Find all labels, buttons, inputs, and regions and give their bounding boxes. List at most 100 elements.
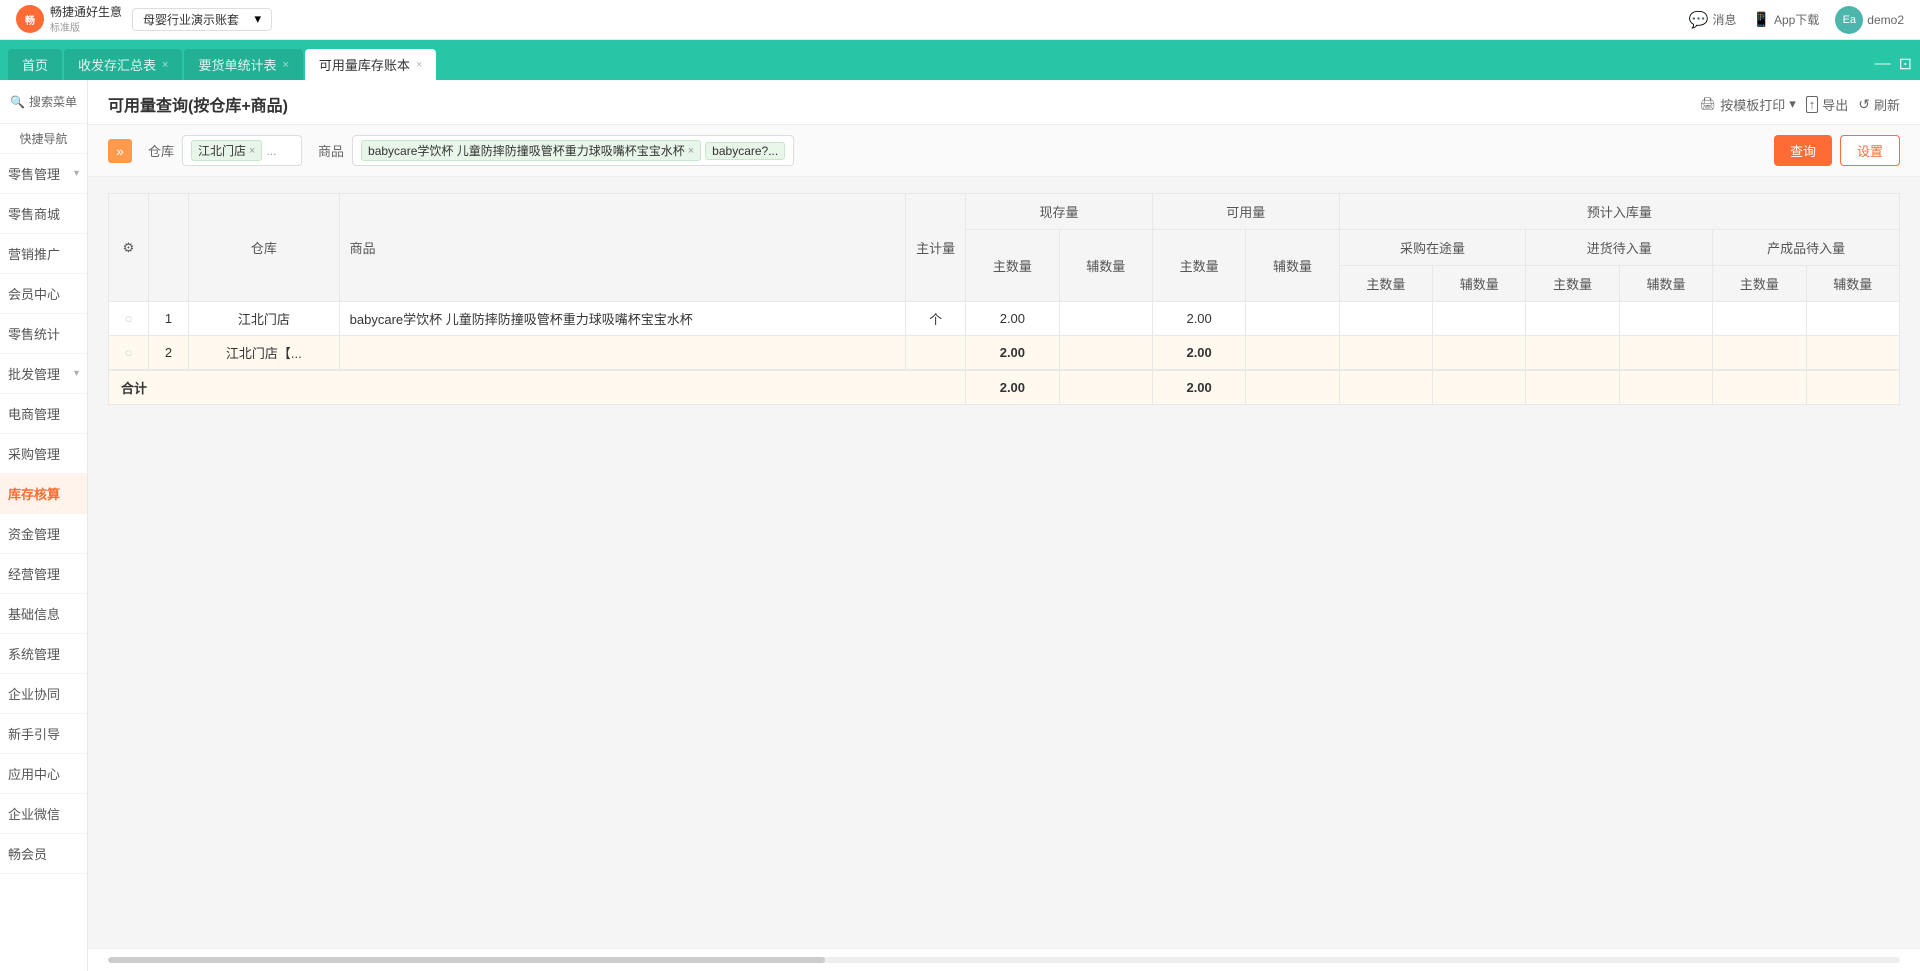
total-current-main: 2.00 — [966, 370, 1059, 405]
page-actions: 按模板打印 导出 刷新 — [1700, 95, 1900, 114]
top-bar-right: 消息 App下载 Ea demo2 — [1689, 6, 1904, 34]
sidebar-item-retail-stats[interactable]: 零售统计 — [0, 314, 87, 354]
product-input[interactable]: babycare学饮杯 儿童防摔防撞吸管杯重力球吸嘴杯宝宝水杯 × babyca… — [352, 135, 794, 166]
cell-current-aux-2 — [1059, 336, 1152, 371]
filter-expand-btn[interactable]: » — [108, 139, 132, 163]
cell-settings-2[interactable]: ○ — [109, 336, 149, 371]
sidebar-item-vip-member[interactable]: 畅会员 — [0, 834, 87, 874]
sidebar-item-inventory[interactable]: 库存核算 — [0, 474, 87, 514]
sidebar-search-area: 搜索菜单 — [0, 80, 87, 124]
content-area: 可用量查询(按仓库+商品) 按模板打印 导出 刷新 » — [88, 80, 1920, 971]
product-filter: 商品 babycare学饮杯 儿童防摔防撞吸管杯重力球吸嘴杯宝宝水杯 × bab… — [318, 135, 794, 166]
cell-ip-main-1 — [1526, 302, 1619, 336]
sidebar-item-system[interactable]: 系统管理 — [0, 634, 87, 674]
sidebar: 搜索菜单 快捷导航 零售管理 零售商城 营销推广 会员中心 零售统计 批发管理 … — [0, 80, 88, 971]
message-btn[interactable]: 消息 — [1689, 10, 1737, 30]
cell-avail-main-1: 2.00 — [1152, 302, 1245, 336]
th-inbound-pending-aux: 辅数量 — [1619, 266, 1712, 302]
cell-pt-aux-1 — [1433, 302, 1526, 336]
cell-current-aux-1 — [1059, 302, 1152, 336]
th-settings[interactable] — [109, 194, 149, 302]
store-selector[interactable]: 母婴行业演示账套 — [132, 8, 272, 31]
product-tag-2: babycare?... — [705, 142, 785, 160]
cell-current-main-1: 2.00 — [966, 302, 1059, 336]
warehouse-tag: 江北门店 × — [191, 140, 262, 161]
sidebar-item-corp-wechat[interactable]: 企业微信 — [0, 794, 87, 834]
close-tab-order[interactable]: × — [282, 59, 288, 71]
th-current-aux: 辅数量 — [1059, 230, 1152, 302]
th-purchase-transit-aux: 辅数量 — [1433, 266, 1526, 302]
print-chevron-icon — [1789, 96, 1796, 112]
th-product-pending-aux: 辅数量 — [1806, 266, 1899, 302]
th-inbound-pending-main: 主数量 — [1526, 266, 1619, 302]
sidebar-item-purchase[interactable]: 采购管理 — [0, 434, 87, 474]
sidebar-item-app-center[interactable]: 应用中心 — [0, 754, 87, 794]
table-row: ○ 2 江北门店【... 2.00 2.00 — [109, 336, 1900, 371]
sidebar-item-member-center[interactable]: 会员中心 — [0, 274, 87, 314]
quick-nav-btn[interactable]: 快捷导航 — [0, 124, 87, 154]
sidebar-item-basic-info[interactable]: 基础信息 — [0, 594, 87, 634]
sidebar-item-new-guide[interactable]: 新手引导 — [0, 714, 87, 754]
brand-icon: 畅 — [16, 5, 44, 33]
total-avail-aux — [1246, 370, 1339, 405]
th-current-main: 主数量 — [966, 230, 1059, 302]
sidebar-item-finance[interactable]: 资金管理 — [0, 514, 87, 554]
cell-avail-main-2: 2.00 — [1152, 336, 1245, 371]
search-menu-btn[interactable]: 搜索菜单 — [8, 88, 79, 115]
user-menu[interactable]: Ea demo2 — [1835, 6, 1904, 34]
brand-name: 畅捷通好生意 — [50, 5, 122, 19]
total-current-aux — [1059, 370, 1152, 405]
warehouse-label: 仓库 — [148, 141, 174, 160]
brand-sub: 标准版 — [50, 19, 122, 34]
query-btn[interactable]: 查询 — [1774, 135, 1832, 166]
refresh-btn[interactable]: 刷新 — [1858, 95, 1900, 114]
tab-order-stats[interactable]: 要货单统计表 × — [184, 49, 302, 80]
total-pt-aux — [1433, 370, 1526, 405]
warehouse-input[interactable]: 江北门店 × ... — [182, 135, 302, 166]
cell-pp-aux-2 — [1806, 336, 1899, 371]
store-chevron-icon — [254, 11, 261, 27]
sidebar-item-retail-mgmt[interactable]: 零售管理 — [0, 154, 87, 194]
cell-warehouse-2: 江北门店【... — [189, 336, 340, 371]
remove-product-tag-1[interactable]: × — [688, 145, 694, 157]
app-download-btn[interactable]: App下载 — [1753, 11, 1820, 28]
th-product-pending: 产成品待入量 — [1713, 230, 1900, 266]
retail-mgmt-arrow — [74, 168, 79, 179]
tab-receive-summary[interactable]: 收发存汇总表 × — [64, 49, 182, 80]
page-title: 可用量查询(按仓库+商品) — [108, 92, 288, 116]
tab-home[interactable]: 首页 — [8, 49, 62, 80]
wholesale-arrow — [74, 368, 79, 379]
sidebar-item-operations[interactable]: 经营管理 — [0, 554, 87, 594]
horizontal-scrollbar[interactable] — [108, 957, 1900, 963]
warehouse-more[interactable]: ... — [266, 144, 276, 158]
cell-index-1: 1 — [149, 302, 189, 336]
sidebar-item-wholesale-mgmt[interactable]: 批发管理 — [0, 354, 87, 394]
cell-pp-aux-1 — [1806, 302, 1899, 336]
cell-settings-1[interactable]: ○ — [109, 302, 149, 336]
close-tab-receive[interactable]: × — [162, 59, 168, 71]
tab-available-inventory[interactable]: 可用量库存账本 × — [305, 49, 436, 80]
close-tab-inventory[interactable]: × — [416, 59, 422, 71]
cell-index-2: 2 — [149, 336, 189, 371]
sidebar-item-collaboration[interactable]: 企业协同 — [0, 674, 87, 714]
th-inbound-pending: 进货待入量 — [1526, 230, 1713, 266]
table-row: ○ 1 江北门店 babycare学饮杯 儿童防摔防撞吸管杯重力球吸嘴杯宝宝水杯… — [109, 302, 1900, 336]
sidebar-item-ecommerce[interactable]: 电商管理 — [0, 394, 87, 434]
sidebar-item-retail-mall[interactable]: 零售商城 — [0, 194, 87, 234]
sidebar-item-marketing[interactable]: 营销推广 — [0, 234, 87, 274]
settings-btn[interactable]: 设置 — [1840, 135, 1900, 166]
scrollbar-thumb[interactable] — [108, 957, 825, 963]
top-bar: 畅 畅捷通好生意 标准版 母婴行业演示账套 消息 App下载 Ea demo2 — [0, 0, 1920, 40]
cell-unit-2 — [906, 336, 966, 371]
export-btn[interactable]: 导出 — [1806, 95, 1849, 114]
page-header: 可用量查询(按仓库+商品) 按模板打印 导出 刷新 — [88, 80, 1920, 125]
th-avail-main: 主数量 — [1152, 230, 1245, 302]
warehouse-filter: 仓库 江北门店 × ... — [148, 135, 302, 166]
remove-warehouse-tag[interactable]: × — [249, 145, 255, 157]
close-all-tabs[interactable]: — ⊡ — [1875, 54, 1912, 80]
cell-avail-aux-2 — [1246, 336, 1339, 371]
print-btn[interactable]: 按模板打印 — [1700, 95, 1796, 114]
th-unit: 主计量 — [906, 194, 966, 302]
cell-ip-aux-1 — [1619, 302, 1712, 336]
table-footer — [88, 948, 1920, 971]
